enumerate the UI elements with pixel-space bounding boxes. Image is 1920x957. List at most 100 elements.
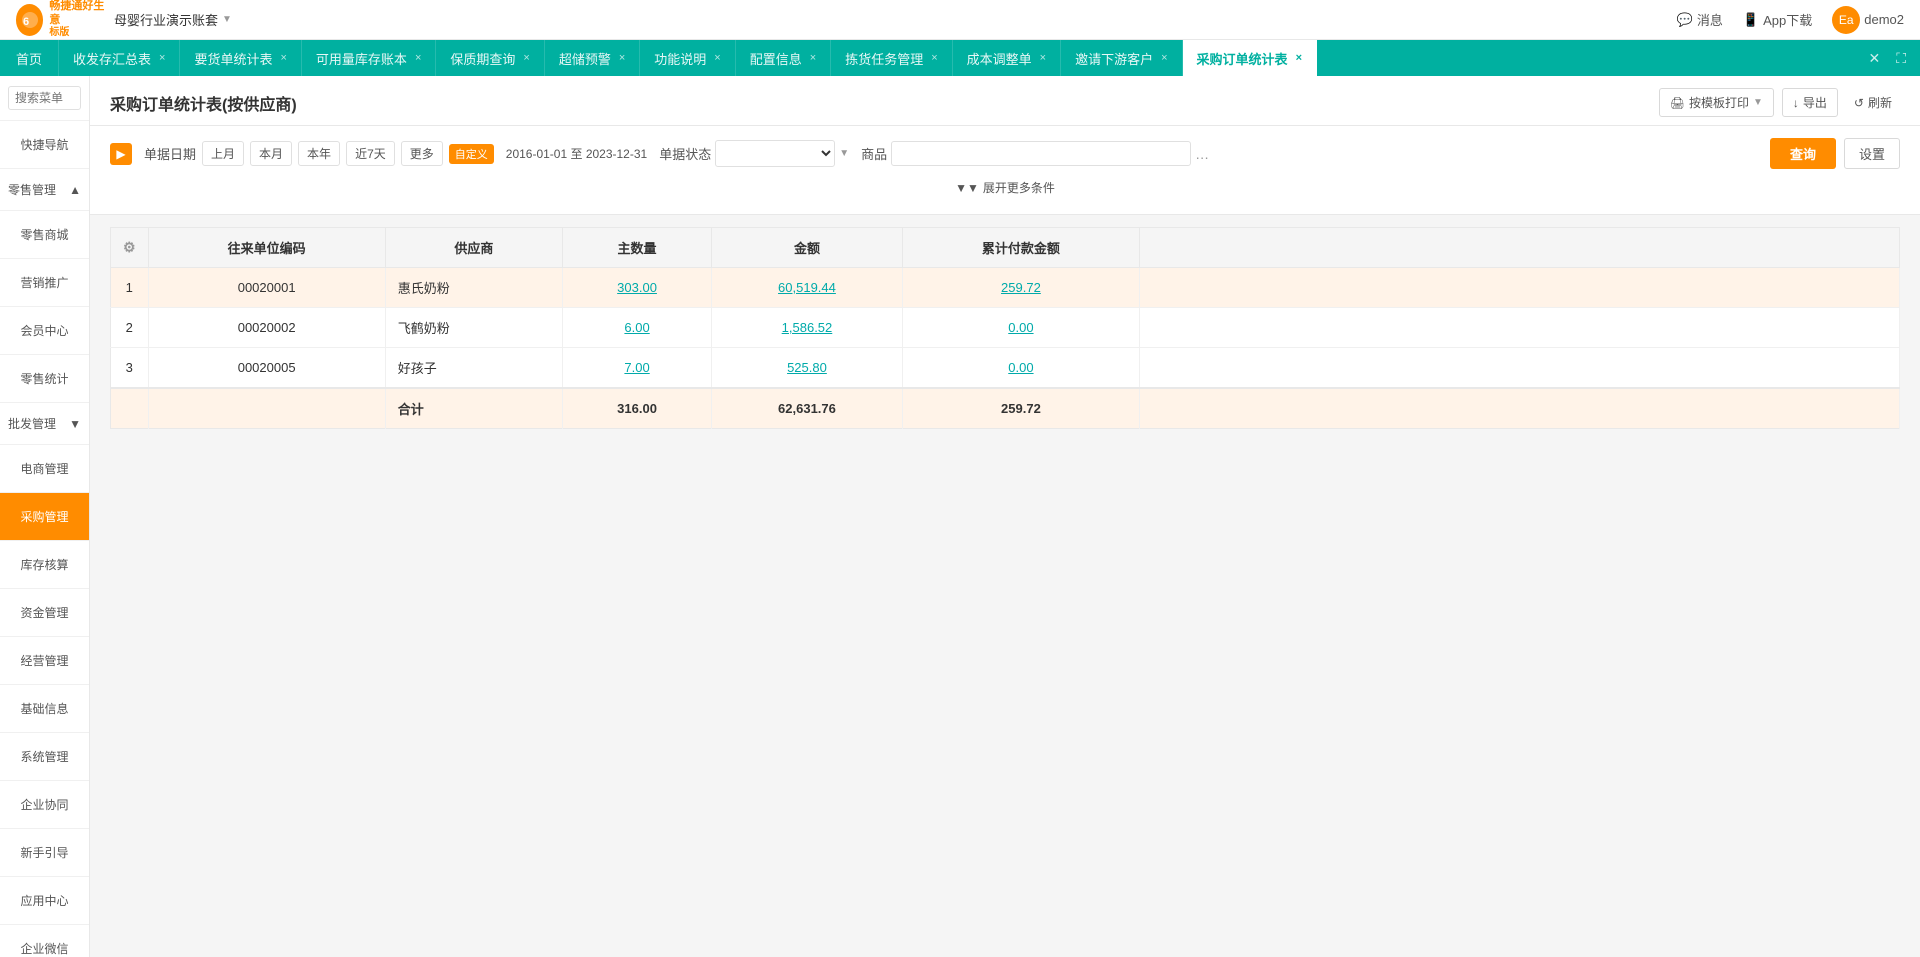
refresh-button[interactable]: ↺ 刷新 — [1846, 89, 1900, 116]
status-dropdown-icon: ▼ — [839, 148, 849, 159]
query-button[interactable]: 查询 — [1770, 138, 1836, 169]
row1-qty[interactable]: 303.00 — [563, 268, 712, 308]
close-tab-function-desc[interactable]: × — [714, 52, 720, 64]
sidebar-item-system[interactable]: 系统管理 — [0, 733, 89, 781]
sidebar-item-ecommerce[interactable]: 电商管理 — [0, 445, 89, 493]
sidebar-item-enterprise-collab[interactable]: 企业协同 — [0, 781, 89, 829]
close-tab-available-stock[interactable]: × — [415, 52, 421, 64]
tab-pick-task[interactable]: 拣货任务管理 × — [831, 40, 952, 76]
tab-order-summary[interactable]: 要货单统计表 × — [180, 40, 301, 76]
tab-purchase-summary[interactable]: 采购订单统计表 × — [1183, 40, 1317, 76]
row3-code: 00020005 — [148, 348, 385, 389]
tab-cost-adjust[interactable]: 成本调整单 × — [953, 40, 1061, 76]
query-actions: 查询 设置 — [1770, 138, 1900, 169]
tab-invite-downstream[interactable]: 邀请下游客户 × — [1061, 40, 1182, 76]
footer-empty1 — [111, 388, 149, 429]
sidebar-item-retail-stats[interactable]: 零售统计 — [0, 355, 89, 403]
footer-label: 合计 — [385, 388, 562, 429]
sidebar-item-app-center[interactable]: 应用中心 — [0, 877, 89, 925]
date-btn-7days[interactable]: 近7天 — [346, 141, 395, 166]
status-select[interactable] — [715, 140, 835, 167]
table-wrap: ⚙ 往来单位编码 供应商 主数量 金额 累计付款金额 1 00020001 — [90, 215, 1920, 957]
sidebar-search-input[interactable] — [8, 86, 81, 110]
close-tab-warranty-query[interactable]: × — [523, 52, 529, 64]
filter-status: 单据状态 ▼ — [659, 140, 849, 167]
user-menu[interactable]: Ea demo2 — [1832, 6, 1904, 34]
sidebar-item-finance[interactable]: 资金管理 — [0, 589, 89, 637]
maximize-btn[interactable]: ⛶ — [1890, 48, 1912, 69]
sidebar-item-shortcut[interactable]: 快捷导航 — [0, 121, 89, 169]
batch-manage-arrow-icon: ▼ — [69, 417, 81, 431]
sidebar-item-member-center[interactable]: 会员中心 — [0, 307, 89, 355]
sidebar-item-operations[interactable]: 经营管理 — [0, 637, 89, 685]
tab-available-stock[interactable]: 可用量库存账本 × — [302, 40, 436, 76]
sidebar-item-enterprise-wechat[interactable]: 企业微信 — [0, 925, 89, 957]
table-row: 3 00020005 好孩子 7.00 525.80 0.00 — [111, 348, 1900, 389]
goods-label: 商品 — [861, 144, 887, 163]
date-custom-badge[interactable]: 自定义 — [449, 144, 494, 164]
settings-button[interactable]: 设置 — [1844, 138, 1900, 169]
tab-receive-summary[interactable]: 收发存汇总表 × — [59, 40, 180, 76]
row1-amount[interactable]: 60,519.44 — [712, 268, 903, 308]
row1-supplier: 惠氏奶粉 — [385, 268, 562, 308]
row1-no: 1 — [111, 268, 149, 308]
sidebar-item-purchase-manage[interactable]: 采购管理 — [0, 493, 89, 541]
sidebar-item-basic-info[interactable]: 基础信息 — [0, 685, 89, 733]
table-row: 2 00020002 飞鹤奶粉 6.00 1,586.52 0.00 — [111, 308, 1900, 348]
close-tab-overstock-alert[interactable]: × — [619, 52, 625, 64]
logo-area: 6 畅捷通好生意 标版 — [16, 0, 106, 38]
row1-paid[interactable]: 259.72 — [902, 268, 1139, 308]
table-row: 1 00020001 惠氏奶粉 303.00 60,519.44 259.72 — [111, 268, 1900, 308]
page-title: 采购订单统计表(按供应商) — [110, 91, 297, 115]
close-all-tabs-btn[interactable]: ✕ — [1862, 48, 1886, 69]
tab-function-desc[interactable]: 功能说明 × — [640, 40, 735, 76]
col-qty-header: 主数量 — [563, 228, 712, 268]
tab-config-info[interactable]: 配置信息 × — [736, 40, 831, 76]
message-btn[interactable]: 💬 消息 — [1677, 10, 1723, 29]
col-paid-header: 累计付款金额 — [902, 228, 1139, 268]
sidebar-item-batch-manage[interactable]: 批发管理 ▼ — [0, 403, 89, 445]
date-btn-more[interactable]: 更多 — [401, 141, 443, 166]
gear-icon[interactable]: ⚙ — [123, 239, 136, 255]
filter-date-item: 单据日期 上月 本月 本年 近7天 更多 自定义 — [144, 141, 494, 166]
row3-amount[interactable]: 525.80 — [712, 348, 903, 389]
close-tab-pick-task[interactable]: × — [931, 52, 937, 64]
message-icon: 💬 — [1677, 12, 1693, 28]
row3-qty[interactable]: 7.00 — [563, 348, 712, 389]
goods-more-icon[interactable]: … — [1195, 146, 1209, 162]
col-supplier-header: 供应商 — [385, 228, 562, 268]
tab-overstock-alert[interactable]: 超储预警 × — [545, 40, 640, 76]
close-tab-config-info[interactable]: × — [810, 52, 816, 64]
row3-extra — [1140, 348, 1900, 389]
close-tab-invite-downstream[interactable]: × — [1161, 52, 1167, 64]
app-download-btn[interactable]: 📱 App下载 — [1743, 10, 1812, 29]
close-tab-purchase-summary[interactable]: × — [1296, 52, 1302, 64]
date-btn-this-month[interactable]: 本月 — [250, 141, 292, 166]
close-tab-cost-adjust[interactable]: × — [1040, 52, 1046, 64]
row3-paid[interactable]: 0.00 — [902, 348, 1139, 389]
sidebar-item-marketing[interactable]: 营销推广 — [0, 259, 89, 307]
tab-warranty-query[interactable]: 保质期查询 × — [436, 40, 544, 76]
expand-more-btn[interactable]: ▼▼ 展开更多条件 — [949, 173, 1061, 202]
close-tab-order-summary[interactable]: × — [280, 52, 286, 64]
sidebar-item-retail-manage[interactable]: 零售管理 ▲ — [0, 169, 89, 211]
sidebar-item-inventory[interactable]: 库存核算 — [0, 541, 89, 589]
row2-qty[interactable]: 6.00 — [563, 308, 712, 348]
sidebar-item-new-user-guide[interactable]: 新手引导 — [0, 829, 89, 877]
row2-amount[interactable]: 1,586.52 — [712, 308, 903, 348]
nav-tabs: 首页 收发存汇总表 × 要货单统计表 × 可用量库存账本 × 保质期查询 × 超… — [0, 40, 1920, 76]
date-label: 单据日期 — [144, 144, 196, 163]
col-extra-header — [1140, 228, 1900, 268]
sidebar-item-retail-shop[interactable]: 零售商城 — [0, 211, 89, 259]
date-btn-last-month[interactable]: 上月 — [202, 141, 244, 166]
filter-toggle-btn[interactable]: ▶ — [110, 143, 132, 165]
status-label: 单据状态 — [659, 144, 711, 163]
goods-input[interactable] — [891, 141, 1191, 166]
date-btn-this-year[interactable]: 本年 — [298, 141, 340, 166]
close-tab-receive-summary[interactable]: × — [159, 52, 165, 64]
row2-paid[interactable]: 0.00 — [902, 308, 1139, 348]
tab-home[interactable]: 首页 — [0, 40, 59, 76]
workspace-selector[interactable]: 母婴行业演示账套 ▼ — [114, 10, 232, 29]
export-button[interactable]: ↓ 导出 — [1782, 88, 1838, 117]
template-print-button[interactable]: 🖨 按模板打印 ▼ — [1659, 88, 1774, 117]
